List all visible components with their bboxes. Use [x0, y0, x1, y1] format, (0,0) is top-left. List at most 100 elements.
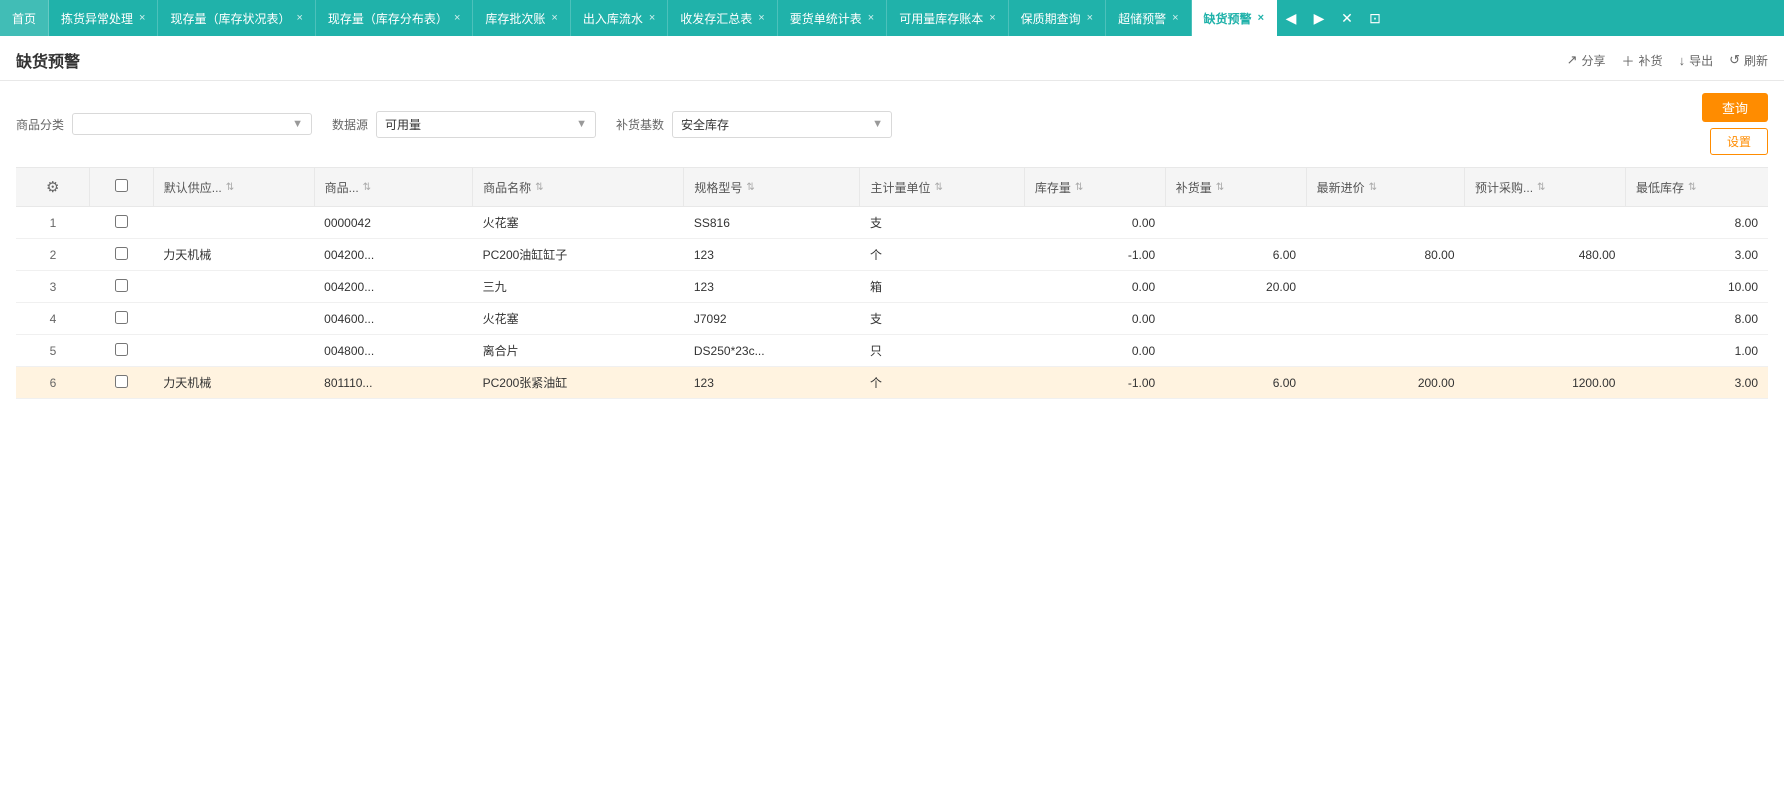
header-actions: ↗ 分享 ＋ 补货 ↓ 导出 ↺ 刷新 [1567, 51, 1768, 70]
cell-forecast: 480.00 [1465, 239, 1626, 271]
cell-checkbox[interactable] [90, 239, 153, 271]
category-label: 商品分类 [16, 116, 64, 133]
th-min-stock[interactable]: 最低库存 ⇅ [1625, 168, 1768, 207]
cell-checkbox[interactable] [90, 303, 153, 335]
tab-close-inventory-status[interactable]: × [296, 12, 302, 24]
cell-forecast [1465, 207, 1626, 239]
cell-code: 004200... [314, 271, 472, 303]
cell-unit: 支 [860, 303, 1024, 335]
query-button[interactable]: 查询 [1702, 93, 1768, 122]
th-code[interactable]: 商品... ⇅ [314, 168, 472, 207]
refresh-icon: ↺ [1729, 52, 1740, 68]
cell-spec: 123 [684, 271, 860, 303]
tab-order-stats[interactable]: 要货单统计表 × [778, 0, 887, 36]
row-checkbox[interactable] [115, 375, 128, 388]
table-row: 3 004200... 三九 123 箱 0.00 20.00 10.00 [16, 271, 1768, 303]
tab-close-expiry-query[interactable]: × [1087, 12, 1093, 24]
table-settings-button[interactable]: ⚙ [42, 176, 63, 198]
tab-inventory-dist[interactable]: 现存量（库存分布表） × [316, 0, 473, 36]
cell-num: 4 [16, 303, 90, 335]
cell-min-stock: 3.00 [1625, 239, 1768, 271]
replenish-button[interactable]: ＋ 补货 [1622, 51, 1663, 70]
tab-close-shortage[interactable]: × [1258, 12, 1264, 24]
tab-batch-account[interactable]: 库存批次账 × [473, 0, 570, 36]
th-stock[interactable]: 库存量 ⇅ [1024, 168, 1165, 207]
cell-forecast [1465, 303, 1626, 335]
sort-supplier-icon: ⇅ [226, 182, 234, 193]
row-checkbox[interactable] [115, 215, 128, 228]
tab-receive-summary[interactable]: 收发存汇总表 × [668, 0, 777, 36]
tab-inout-flow[interactable]: 出入库流水 × [571, 0, 668, 36]
table-row: 1 0000042 火花塞 SS816 支 0.00 8.00 [16, 207, 1768, 239]
cell-unit: 支 [860, 207, 1024, 239]
tab-close-available-ledger[interactable]: × [989, 12, 995, 24]
cell-spec: 123 [684, 367, 860, 399]
tab-expand-button[interactable]: ⊡ [1361, 0, 1389, 36]
th-replenish[interactable]: 补货量 ⇅ [1165, 168, 1306, 207]
cell-latest-price: 200.00 [1306, 367, 1464, 399]
cell-stock: -1.00 [1024, 239, 1165, 271]
th-name[interactable]: 商品名称 ⇅ [473, 168, 684, 207]
tab-prev-button[interactable]: ◀ [1277, 0, 1305, 36]
category-filter: 商品分类 ▼ [16, 113, 312, 135]
tab-overstock[interactable]: 超储预警 × [1106, 0, 1191, 36]
cell-name: 火花塞 [473, 303, 684, 335]
tab-available-ledger[interactable]: 可用量库存账本 × [887, 0, 1008, 36]
cell-forecast: 1200.00 [1465, 367, 1626, 399]
tab-next-button[interactable]: ▶ [1305, 0, 1333, 36]
cell-name: 离合片 [473, 335, 684, 367]
cell-min-stock: 8.00 [1625, 207, 1768, 239]
row-checkbox[interactable] [115, 311, 128, 324]
category-select[interactable]: ▼ [72, 113, 312, 135]
cell-stock: -1.00 [1024, 367, 1165, 399]
row-checkbox[interactable] [115, 279, 128, 292]
settings-button[interactable]: 设置 [1710, 128, 1768, 155]
cell-checkbox[interactable] [90, 207, 153, 239]
cell-spec: 123 [684, 239, 860, 271]
th-latest-price[interactable]: 最新进价 ⇅ [1306, 168, 1464, 207]
cell-checkbox[interactable] [90, 271, 153, 303]
th-forecast[interactable]: 预计采购... ⇅ [1465, 168, 1626, 207]
cell-spec: J7092 [684, 303, 860, 335]
cell-supplier [153, 303, 314, 335]
cell-unit: 个 [860, 239, 1024, 271]
tab-close-batch-account[interactable]: × [551, 12, 557, 24]
datasource-select[interactable]: 可用量 ▼ [376, 111, 596, 138]
refresh-button[interactable]: ↺ 刷新 [1729, 52, 1768, 69]
th-spec[interactable]: 规格型号 ⇅ [684, 168, 860, 207]
tab-inventory-status[interactable]: 现存量（库存状况表） × [158, 0, 315, 36]
tab-home[interactable]: 首页 [0, 0, 49, 36]
cell-latest-price [1306, 271, 1464, 303]
select-all-checkbox[interactable] [115, 179, 128, 192]
table-row: 5 004800... 离合片 DS250*23c... 只 0.00 1.00 [16, 335, 1768, 367]
replenish-base-chevron-icon: ▼ [872, 118, 883, 130]
share-button[interactable]: ↗ 分享 [1567, 52, 1606, 69]
tab-shortage[interactable]: 缺货预警 × [1192, 0, 1277, 36]
table-header-row: ⚙ 默认供应... ⇅ 商品... ⇅ [16, 168, 1768, 207]
cell-checkbox[interactable] [90, 335, 153, 367]
row-checkbox[interactable] [115, 343, 128, 356]
table-row: 2 力天机械 004200... PC200油缸缸子 123 个 -1.00 6… [16, 239, 1768, 271]
datasource-label: 数据源 [332, 116, 368, 133]
tab-close-inventory-dist[interactable]: × [454, 12, 460, 24]
th-unit[interactable]: 主计量单位 ⇅ [860, 168, 1024, 207]
table-row: 4 004600... 火花塞 J7092 支 0.00 8.00 [16, 303, 1768, 335]
cell-checkbox[interactable] [90, 367, 153, 399]
row-checkbox[interactable] [115, 247, 128, 260]
tab-close-all-button[interactable]: ✕ [1333, 0, 1361, 36]
tab-expiry-query[interactable]: 保质期查询 × [1009, 0, 1106, 36]
tab-close-overstock[interactable]: × [1172, 12, 1178, 24]
tab-close-order-stats[interactable]: × [868, 12, 874, 24]
cell-num: 3 [16, 271, 90, 303]
export-button[interactable]: ↓ 导出 [1679, 52, 1714, 69]
replenish-base-select[interactable]: 安全库存 ▼ [672, 111, 892, 138]
tab-close-abnormal[interactable]: × [139, 12, 145, 24]
datasource-value: 可用量 [385, 116, 421, 133]
tab-abnormal[interactable]: 拣货异常处理 × [49, 0, 158, 36]
th-supplier[interactable]: 默认供应... ⇅ [153, 168, 314, 207]
tab-close-receive-summary[interactable]: × [758, 12, 764, 24]
cell-supplier [153, 335, 314, 367]
tab-bar: 首页 拣货异常处理 × 现存量（库存状况表） × 现存量（库存分布表） × 库存… [0, 0, 1784, 36]
tab-close-inout-flow[interactable]: × [649, 12, 655, 24]
table-body: 1 0000042 火花塞 SS816 支 0.00 8.00 2 力天机械 0… [16, 207, 1768, 399]
